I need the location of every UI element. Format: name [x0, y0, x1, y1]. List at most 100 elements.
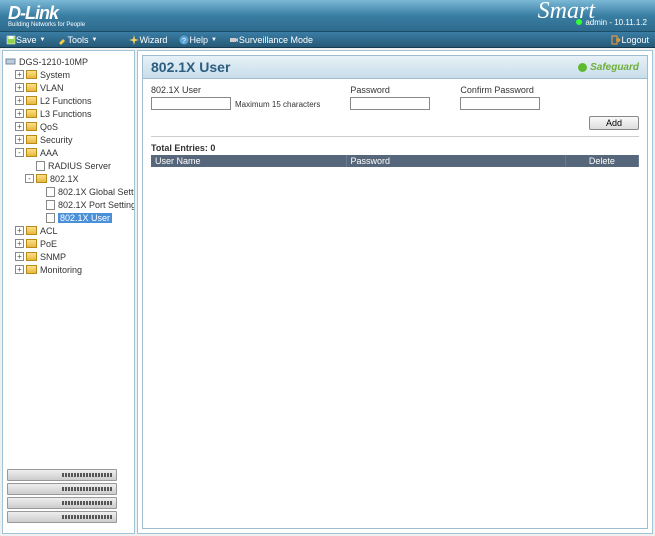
panel-body: 802.1X User Maximum 15 characters Passwo… [143, 79, 647, 173]
total-value: 0 [210, 143, 215, 153]
expand-icon[interactable]: + [15, 239, 24, 248]
folder-icon [26, 239, 37, 248]
tree-item-label: QoS [40, 122, 58, 132]
panel: 802.1X User Safeguard 802.1X User Maximu… [142, 55, 648, 529]
logout-icon [611, 35, 621, 45]
content-area: 802.1X User Safeguard 802.1X User Maximu… [137, 50, 653, 534]
brand-text: D-Link [8, 3, 58, 23]
tree-item-monitoring[interactable]: + Monitoring [5, 263, 132, 276]
password-input[interactable] [350, 97, 430, 110]
tree-item-label: 802.1X Port Settings [58, 200, 135, 210]
tree-item-label: Monitoring [40, 265, 82, 275]
tree-item-802-1x-global-settings[interactable]: 802.1X Global Settings [5, 185, 132, 198]
chevron-down-icon: ▼ [211, 37, 217, 43]
expand-icon[interactable]: + [15, 265, 24, 274]
surveillance-label: Surveillance Mode [239, 35, 313, 45]
expand-icon[interactable]: + [15, 109, 24, 118]
wizard-label: Wizard [139, 35, 167, 45]
expand-icon[interactable]: + [15, 122, 24, 131]
tree-root[interactable]: DGS-1210-10MP [5, 55, 132, 68]
tree-item-vlan[interactable]: + VLAN [5, 81, 132, 94]
folder-icon [26, 96, 37, 105]
nav-tree: DGS-1210-10MP +System+VLAN+L2 Functions+… [5, 55, 132, 276]
tools-menu[interactable]: Tools▼ [51, 35, 103, 45]
save-icon [6, 35, 16, 45]
app-header: D-Link Building Networks for People Smar… [0, 0, 655, 32]
device-image [7, 469, 117, 529]
surveillance-button[interactable]: Surveillance Mode [223, 35, 319, 45]
folder-icon [26, 226, 37, 235]
page-icon [36, 161, 45, 171]
status-dot-icon [576, 19, 582, 25]
tree-item-label: L3 Functions [40, 109, 92, 119]
expand-icon[interactable]: + [15, 83, 24, 92]
safeguard-dot-icon [578, 63, 587, 72]
tree-item-label: SNMP [40, 252, 66, 262]
tree-item-security[interactable]: + Security [5, 133, 132, 146]
expand-icon[interactable]: + [15, 252, 24, 261]
brand-tagline: Building Networks for People [8, 22, 85, 28]
tree-item-label: L2 Functions [40, 96, 92, 106]
add-button[interactable]: Add [589, 116, 639, 130]
collapse-icon[interactable]: - [15, 148, 24, 157]
col-delete: Delete [565, 155, 638, 167]
tree-item-label: 802.1X [50, 174, 79, 184]
save-label: Save [16, 35, 37, 45]
help-menu[interactable]: ? Help▼ [173, 35, 222, 45]
user-table: User Name Password Delete [151, 155, 639, 167]
tree-item-acl[interactable]: + ACL [5, 224, 132, 237]
save-menu[interactable]: Save▼ [0, 35, 51, 45]
folder-icon [26, 148, 37, 157]
confirm-password-input[interactable] [460, 97, 540, 110]
total-label: Total Entries: [151, 143, 208, 153]
tree-item-label: Security [40, 135, 73, 145]
expand-icon[interactable]: + [15, 226, 24, 235]
page-icon [46, 187, 55, 197]
tree-item-l3-functions[interactable]: + L3 Functions [5, 107, 132, 120]
device-icon [5, 56, 16, 67]
expand-icon[interactable]: + [15, 70, 24, 79]
folder-icon [26, 109, 37, 118]
safeguard-badge: Safeguard [578, 62, 639, 73]
tree-item-aaa[interactable]: - AAA [5, 146, 132, 159]
logout-button[interactable]: Logout [611, 35, 649, 45]
logout-label: Logout [621, 35, 649, 45]
tree-item-radius-server[interactable]: RADIUS Server [5, 159, 132, 172]
tree-item-label: 802.1X Global Settings [58, 187, 135, 197]
main-layout: DGS-1210-10MP +System+VLAN+L2 Functions+… [0, 48, 655, 536]
tree-item-snmp[interactable]: + SNMP [5, 250, 132, 263]
panel-title: 802.1X User [151, 59, 230, 75]
page-icon [46, 213, 55, 223]
tree-item-802-1x[interactable]: - 802.1X [5, 172, 132, 185]
tree-item-l2-functions[interactable]: + L2 Functions [5, 94, 132, 107]
svg-text:?: ? [183, 38, 187, 45]
tools-label: Tools [67, 35, 88, 45]
wizard-button[interactable]: Wizard [123, 35, 173, 45]
col-username: User Name [151, 155, 346, 167]
tree-item-802-1x-user[interactable]: 802.1X User [5, 211, 132, 224]
expand-icon[interactable]: + [15, 96, 24, 105]
tools-icon [57, 35, 67, 45]
folder-icon [26, 265, 37, 274]
tree-item-qos[interactable]: + QoS [5, 120, 132, 133]
tree-root-label: DGS-1210-10MP [19, 57, 88, 67]
tree-item-label: VLAN [40, 83, 64, 93]
tree-item-label: AAA [40, 148, 58, 158]
tree-item-system[interactable]: +System [5, 68, 132, 81]
panel-header: 802.1X User Safeguard [143, 56, 647, 79]
total-entries: Total Entries: 0 [151, 143, 639, 153]
user-input[interactable] [151, 97, 231, 110]
help-label: Help [189, 35, 208, 45]
tree-item-poe[interactable]: +PoE [5, 237, 132, 250]
folder-icon [26, 252, 37, 261]
collapse-icon[interactable]: - [25, 174, 34, 183]
expand-icon[interactable]: + [15, 135, 24, 144]
confirm-password-label: Confirm Password [460, 85, 540, 95]
user-label: 802.1X User [151, 85, 231, 95]
tree-item-label: RADIUS Server [48, 161, 111, 171]
tree-item-label: ACL [40, 226, 58, 236]
tree-item-label: 802.1X User [58, 213, 112, 223]
folder-icon [26, 135, 37, 144]
tree-item-802-1x-port-settings[interactable]: 802.1X Port Settings [5, 198, 132, 211]
admin-info: admin - 10.11.1.2 [576, 18, 647, 27]
